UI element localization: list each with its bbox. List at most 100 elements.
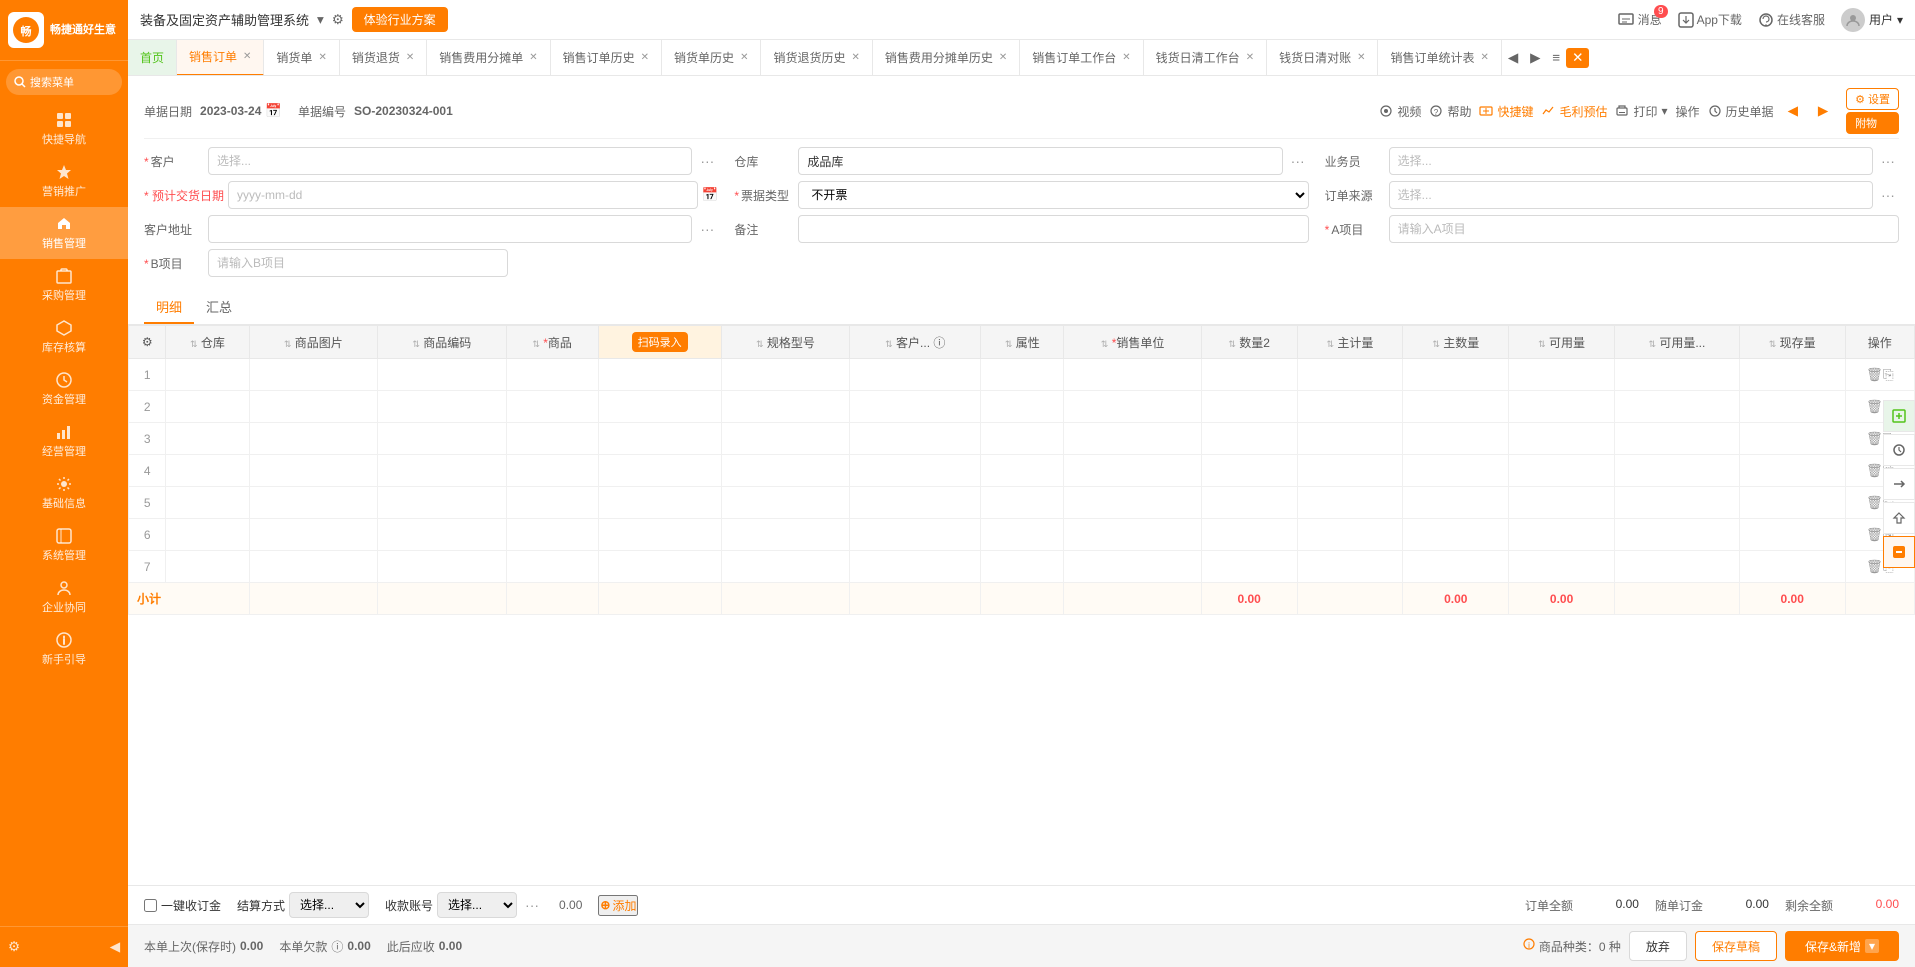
tab-invoice-history[interactable]: 销货单历史 ✕: [662, 40, 761, 76]
table-cell[interactable]: [1403, 487, 1509, 519]
table-cell[interactable]: [1509, 391, 1615, 423]
table-cell[interactable]: [1064, 455, 1201, 487]
th-main-qty[interactable]: ⇅ 主数量: [1403, 326, 1509, 359]
tab-order-stats[interactable]: 销售订单统计表 ✕: [1378, 40, 1501, 76]
row-delete-btn[interactable]: 🗑: [1866, 399, 1883, 415]
customer-dots-btn[interactable]: ···: [696, 153, 718, 169]
table-cell[interactable]: [1403, 455, 1509, 487]
table-cell[interactable]: [1201, 487, 1297, 519]
sidebar-item-purchase[interactable]: 采购管理: [0, 259, 128, 311]
tab-close-all-btn[interactable]: ✕: [1566, 48, 1589, 68]
table-cell[interactable]: [598, 423, 721, 455]
th-avail-qty[interactable]: ⇅ 可用量: [1509, 326, 1615, 359]
table-cell[interactable]: [1064, 391, 1201, 423]
float-btn-5[interactable]: [1883, 536, 1915, 568]
table-cell[interactable]: [850, 423, 981, 455]
staff-input[interactable]: [1389, 147, 1873, 175]
table-cell[interactable]: [506, 519, 598, 551]
tab-next-btn[interactable]: ▶: [1524, 50, 1546, 66]
staff-dots-btn[interactable]: ···: [1877, 153, 1899, 169]
sidebar-item-quick-nav[interactable]: 快捷导航: [0, 103, 128, 155]
table-cell[interactable]: [598, 551, 721, 583]
table-cell[interactable]: [1739, 519, 1845, 551]
table-cell[interactable]: [598, 487, 721, 519]
save-draft-btn[interactable]: 保存草稿: [1695, 931, 1777, 961]
th-scan[interactable]: 扫码录入: [598, 326, 721, 359]
search-menu-button[interactable]: 搜索菜单: [6, 69, 122, 95]
row-delete-btn[interactable]: 🗑: [1866, 495, 1883, 511]
message-btn[interactable]: 消息 9: [1617, 11, 1662, 29]
table-cell[interactable]: [166, 455, 249, 487]
table-cell[interactable]: [1064, 487, 1201, 519]
sidebar-item-operations[interactable]: 经营管理: [0, 415, 128, 467]
table-cell[interactable]: [1509, 551, 1615, 583]
table-cell[interactable]: [506, 359, 598, 391]
discard-btn[interactable]: 放弃: [1629, 931, 1687, 961]
table-cell[interactable]: [249, 359, 378, 391]
row-delete-btn[interactable]: 🗑: [1866, 431, 1883, 447]
table-cell[interactable]: [166, 551, 249, 583]
table-cell[interactable]: [1297, 487, 1403, 519]
sidebar-item-marketing[interactable]: 营销推广: [0, 155, 128, 207]
sidebar-item-base[interactable]: 基础信息: [0, 467, 128, 519]
tab-sales-order[interactable]: 销售订单 ✕: [177, 40, 264, 76]
table-cell[interactable]: [721, 487, 850, 519]
sidebar-item-sales[interactable]: 销售管理: [0, 207, 128, 259]
table-cell[interactable]: [249, 487, 378, 519]
table-cell[interactable]: [378, 359, 507, 391]
table-cell[interactable]: [506, 455, 598, 487]
table-cell[interactable]: [1739, 487, 1845, 519]
table-cell[interactable]: [166, 487, 249, 519]
table-cell[interactable]: [1615, 359, 1740, 391]
th-unit[interactable]: ⇅ *销售单位: [1064, 326, 1201, 359]
history-btn[interactable]: 历史单据: [1708, 103, 1774, 120]
help-btn[interactable]: ? 帮助: [1429, 103, 1471, 120]
address-input[interactable]: [208, 215, 692, 243]
tab-sales-invoice[interactable]: 销货单 ✕: [264, 40, 339, 76]
sidebar-item-inventory[interactable]: 库存核算: [0, 311, 128, 363]
table-cell[interactable]: [981, 455, 1064, 487]
table-cell[interactable]: [1201, 359, 1297, 391]
table-cell[interactable]: [721, 391, 850, 423]
date-picker-btn[interactable]: 📅: [265, 103, 282, 119]
sidebar-item-enterprise[interactable]: 企业协同: [0, 571, 128, 623]
table-cell[interactable]: [721, 519, 850, 551]
th-code[interactable]: ⇅ 商品编码: [378, 326, 507, 359]
toolbar-next-btn[interactable]: ▶: [1812, 103, 1834, 119]
table-cell[interactable]: [378, 423, 507, 455]
th-settings[interactable]: ⚙: [129, 326, 166, 359]
th-main-unit[interactable]: ⇅ 主计量: [1297, 326, 1403, 359]
online-service-btn[interactable]: 在线客服: [1758, 11, 1825, 28]
table-cell[interactable]: [1201, 455, 1297, 487]
table-cell[interactable]: [1509, 487, 1615, 519]
detail-tab-huizong[interactable]: 汇总: [194, 291, 244, 324]
table-cell[interactable]: [506, 487, 598, 519]
save-new-chevron[interactable]: ▾: [1865, 939, 1879, 953]
settlement-select[interactable]: 选择...: [289, 892, 369, 918]
tab-fee-history[interactable]: 销售费用分摊单历史 ✕: [873, 40, 1020, 76]
profit-btn[interactable]: 毛利预估: [1541, 103, 1607, 120]
toolbar-prev-btn[interactable]: ◀: [1782, 103, 1804, 119]
table-cell[interactable]: [1297, 455, 1403, 487]
system-dropdown-btn[interactable]: ▾: [317, 12, 324, 28]
table-cell[interactable]: [598, 519, 721, 551]
a-project-input[interactable]: [1389, 215, 1899, 243]
table-cell[interactable]: [1297, 391, 1403, 423]
table-cell[interactable]: [1201, 423, 1297, 455]
table-cell[interactable]: [378, 391, 507, 423]
attach-side-btn[interactable]: 附物: [1846, 112, 1899, 134]
table-cell[interactable]: [1297, 551, 1403, 583]
table-cell[interactable]: [378, 551, 507, 583]
table-cell[interactable]: [166, 391, 249, 423]
table-cell[interactable]: [1064, 423, 1201, 455]
sidebar-item-finance[interactable]: 资金管理: [0, 363, 128, 415]
table-cell[interactable]: [1615, 519, 1740, 551]
table-cell[interactable]: [378, 487, 507, 519]
tab-sales-fee[interactable]: 销售费用分摊单 ✕: [427, 40, 550, 76]
view-btn[interactable]: 视频: [1379, 103, 1421, 120]
th-warehouse[interactable]: ⇅ 仓库: [166, 326, 249, 359]
table-cell[interactable]: [1403, 551, 1509, 583]
detail-tab-mingxi[interactable]: 明细: [144, 291, 194, 324]
table-cell[interactable]: [598, 359, 721, 391]
user-area[interactable]: 用户 ▾: [1841, 8, 1903, 32]
